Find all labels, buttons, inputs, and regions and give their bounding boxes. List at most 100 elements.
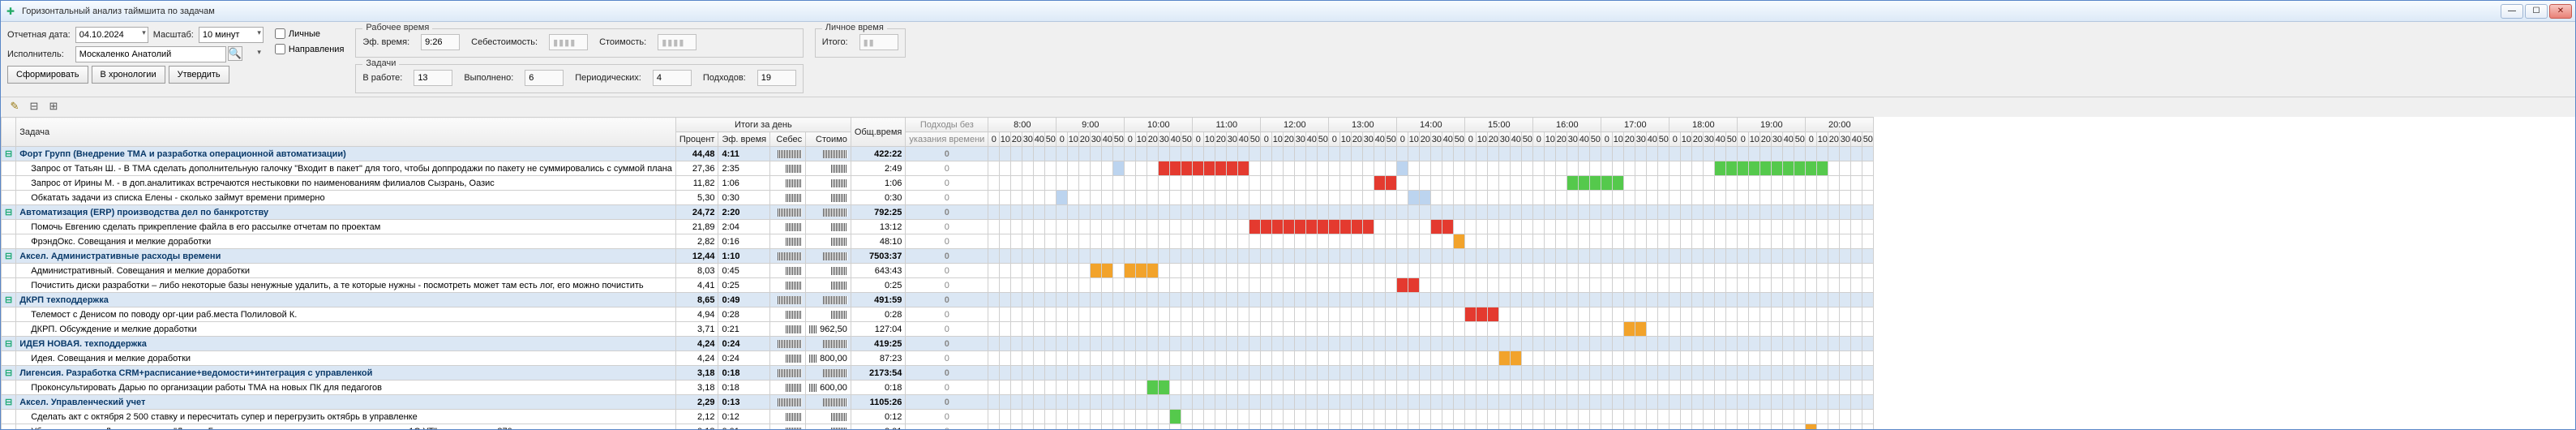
timeline-cell[interactable] bbox=[1647, 176, 1658, 191]
timeline-cell[interactable] bbox=[1113, 278, 1125, 293]
timeline-cell[interactable] bbox=[1136, 278, 1147, 293]
timeline-cell[interactable] bbox=[1011, 395, 1022, 410]
timeline-cell[interactable] bbox=[1601, 191, 1613, 205]
timeline-cell[interactable] bbox=[1760, 366, 1772, 381]
timeline-cell[interactable] bbox=[1738, 337, 1749, 351]
timeline-cell[interactable] bbox=[1817, 424, 1828, 430]
timeline-cell[interactable] bbox=[1681, 322, 1692, 337]
timeline-cell[interactable] bbox=[1181, 293, 1193, 307]
timeline-cell[interactable] bbox=[1408, 424, 1420, 430]
timeline-cell[interactable] bbox=[1215, 337, 1227, 351]
timeline-cell[interactable] bbox=[1613, 307, 1624, 322]
timeline-cell[interactable] bbox=[988, 176, 1000, 191]
timeline-cell[interactable] bbox=[1624, 337, 1635, 351]
timeline-cell[interactable] bbox=[1749, 161, 1760, 176]
timeline-cell[interactable] bbox=[1125, 366, 1136, 381]
timeline-cell[interactable] bbox=[1079, 161, 1091, 176]
timeline-cell[interactable] bbox=[1624, 220, 1635, 234]
timeline-cell[interactable] bbox=[1556, 176, 1567, 191]
timeline-cell[interactable] bbox=[1057, 293, 1068, 307]
timeline-cell[interactable] bbox=[1295, 410, 1306, 424]
timeline-cell[interactable] bbox=[1669, 366, 1681, 381]
timeline-cell[interactable] bbox=[1057, 381, 1068, 395]
timeline-cell[interactable] bbox=[1329, 381, 1340, 395]
timeline-cell[interactable] bbox=[1284, 395, 1295, 410]
timeline-cell[interactable] bbox=[1295, 176, 1306, 191]
timeline-cell[interactable] bbox=[1613, 381, 1624, 395]
timeline-cell[interactable] bbox=[1102, 176, 1113, 191]
timeline-cell[interactable] bbox=[1352, 264, 1363, 278]
timeline-cell[interactable] bbox=[1011, 176, 1022, 191]
timeline-cell[interactable] bbox=[988, 249, 1000, 264]
timeline-cell[interactable] bbox=[1454, 307, 1465, 322]
timeline-cell[interactable] bbox=[1749, 337, 1760, 351]
timeline-cell[interactable] bbox=[1136, 249, 1147, 264]
timeline-cell[interactable] bbox=[1306, 147, 1318, 161]
timeline-cell[interactable] bbox=[1329, 395, 1340, 410]
timeline-cell[interactable] bbox=[1068, 234, 1079, 249]
timeline-cell[interactable] bbox=[1215, 161, 1227, 176]
timeline-cell[interactable] bbox=[1511, 161, 1522, 176]
timeline-cell[interactable] bbox=[1635, 351, 1647, 366]
timeline-cell[interactable] bbox=[1647, 293, 1658, 307]
timeline-cell[interactable] bbox=[1295, 322, 1306, 337]
timeline-cell[interactable] bbox=[1431, 424, 1442, 430]
timeline-cell[interactable] bbox=[1045, 293, 1057, 307]
timeline-cell[interactable] bbox=[1726, 337, 1738, 351]
timeline-cell[interactable] bbox=[1079, 278, 1091, 293]
timeline-cell[interactable] bbox=[1704, 234, 1715, 249]
timeline-cell[interactable] bbox=[1715, 147, 1726, 161]
timeline-cell[interactable] bbox=[1340, 234, 1352, 249]
timeline-cell[interactable] bbox=[1261, 191, 1272, 205]
timeline-cell[interactable] bbox=[1477, 395, 1488, 410]
timeline-cell[interactable] bbox=[1408, 307, 1420, 322]
timeline-cell[interactable] bbox=[1862, 191, 1874, 205]
timeline-cell[interactable] bbox=[1692, 337, 1704, 351]
task-cell[interactable]: Идея. Совещания и мелкие доработки bbox=[16, 351, 676, 366]
timeline-cell[interactable] bbox=[1329, 161, 1340, 176]
timeline-cell[interactable] bbox=[1022, 191, 1034, 205]
timeline-cell[interactable] bbox=[1840, 234, 1851, 249]
timeline-cell[interactable] bbox=[1318, 234, 1329, 249]
timeline-cell[interactable] bbox=[1704, 351, 1715, 366]
collapse-icon[interactable]: ⊟ bbox=[27, 99, 41, 114]
timeline-cell[interactable] bbox=[1851, 293, 1862, 307]
timeline-cell[interactable] bbox=[1828, 307, 1840, 322]
timeline-cell[interactable] bbox=[1272, 249, 1284, 264]
timeline-cell[interactable] bbox=[1647, 205, 1658, 220]
timeline-cell[interactable] bbox=[1136, 337, 1147, 351]
timeline-cell[interactable] bbox=[1511, 293, 1522, 307]
timeline-cell[interactable] bbox=[988, 307, 1000, 322]
timeline-cell[interactable] bbox=[1738, 424, 1749, 430]
timeline-cell[interactable] bbox=[1113, 410, 1125, 424]
timeline-cell[interactable] bbox=[1726, 366, 1738, 381]
timeline-cell[interactable] bbox=[1772, 293, 1783, 307]
timeline-cell[interactable] bbox=[1091, 176, 1102, 191]
timeline-cell[interactable] bbox=[1613, 191, 1624, 205]
timeline-cell[interactable] bbox=[1227, 307, 1238, 322]
timeline-cell[interactable] bbox=[1692, 234, 1704, 249]
timeline-cell[interactable] bbox=[1045, 249, 1057, 264]
timeline-cell[interactable] bbox=[1545, 161, 1556, 176]
timeline-cell[interactable] bbox=[1533, 366, 1545, 381]
timeline-cell[interactable] bbox=[1136, 381, 1147, 395]
table-row[interactable]: Обкатать задачи из списка Елены - скольк… bbox=[2, 191, 1874, 205]
timeline-cell[interactable] bbox=[1238, 264, 1249, 278]
timeline-cell[interactable] bbox=[1284, 322, 1295, 337]
timeline-cell[interactable] bbox=[1817, 147, 1828, 161]
timeline-cell[interactable] bbox=[1499, 220, 1511, 234]
timeline-cell[interactable] bbox=[1635, 337, 1647, 351]
timeline-cell[interactable] bbox=[1102, 307, 1113, 322]
timeline-cell[interactable] bbox=[1806, 147, 1817, 161]
timeline-cell[interactable] bbox=[1545, 351, 1556, 366]
timeline-cell[interactable] bbox=[1181, 322, 1193, 337]
timeline-cell[interactable] bbox=[1465, 264, 1477, 278]
timeline-cell[interactable] bbox=[1511, 381, 1522, 395]
timeline-cell[interactable] bbox=[1204, 191, 1215, 205]
timeline-cell[interactable] bbox=[1851, 307, 1862, 322]
timeline-cell[interactable] bbox=[1806, 205, 1817, 220]
timeline-cell[interactable] bbox=[1057, 278, 1068, 293]
timeline-cell[interactable] bbox=[1022, 424, 1034, 430]
timeline-cell[interactable] bbox=[1022, 337, 1034, 351]
expand-icon[interactable]: ⊞ bbox=[46, 99, 61, 114]
